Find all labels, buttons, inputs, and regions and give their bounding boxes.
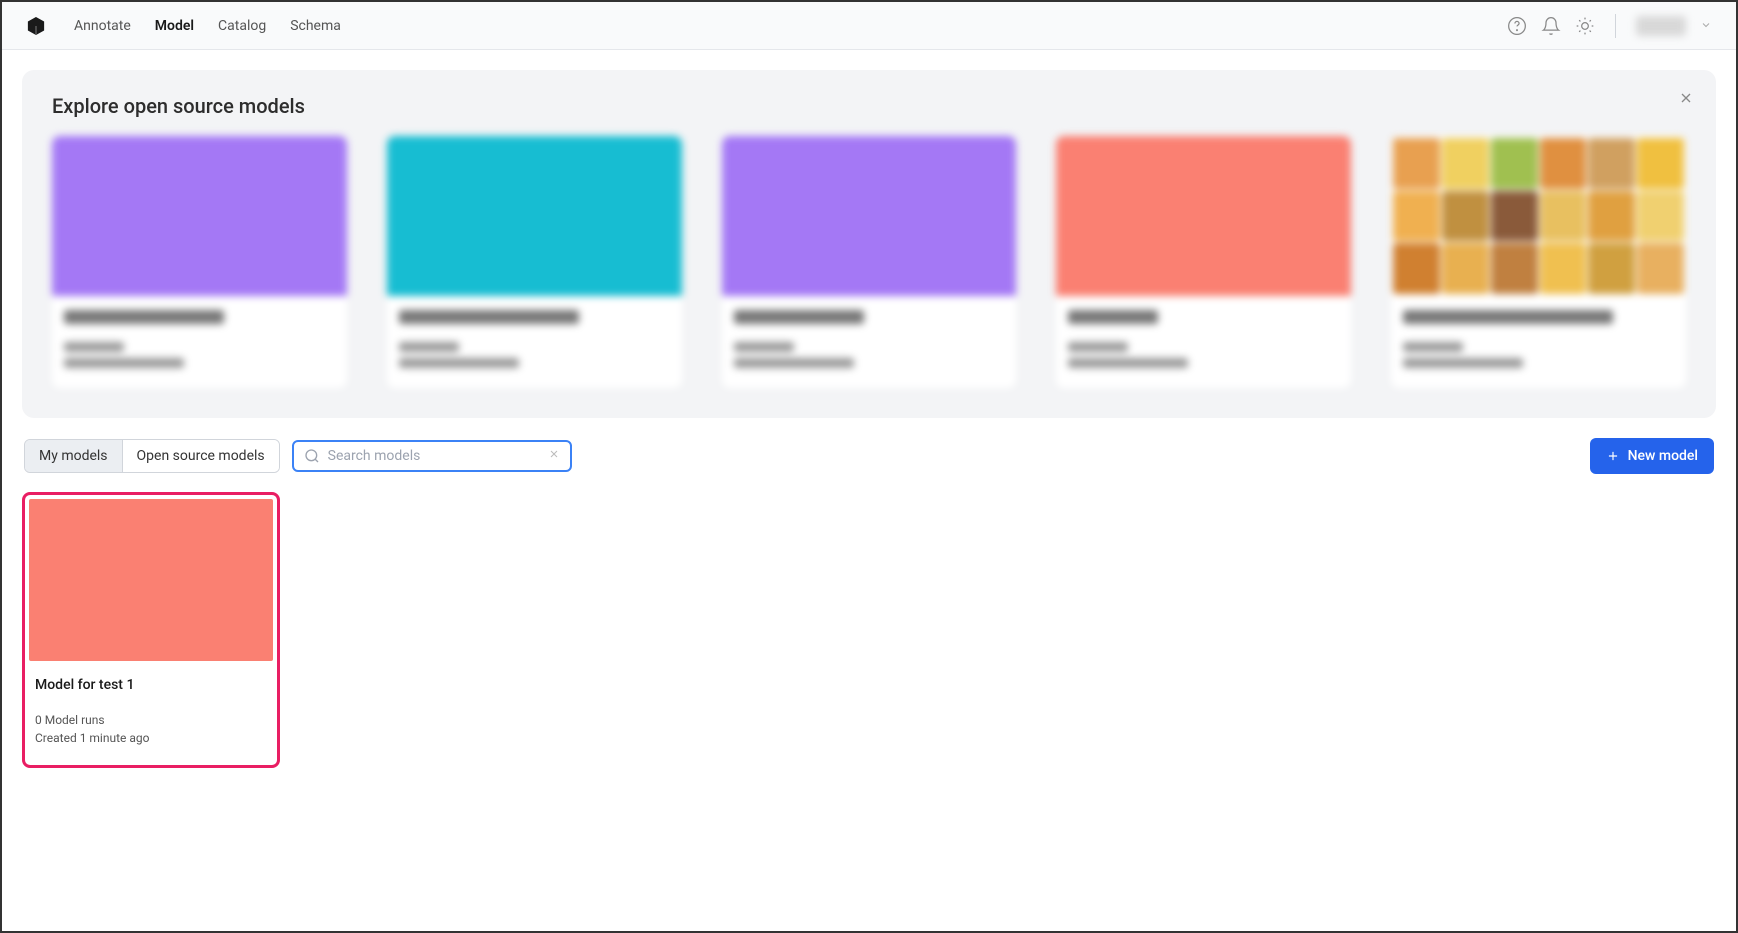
model-card[interactable]: Model for test 1 0 Model runs Created 1 … <box>22 492 280 768</box>
theme-icon[interactable] <box>1575 16 1595 36</box>
nav-links: Annotate Model Catalog Schema <box>74 14 341 38</box>
nav-schema[interactable]: Schema <box>290 14 341 38</box>
explore-card[interactable] <box>52 136 347 388</box>
model-card-runs: 0 Model runs <box>35 711 267 729</box>
toolbar-left: My models Open source models <box>24 439 572 473</box>
explore-close-button[interactable] <box>1676 88 1696 108</box>
nav-model[interactable]: Model <box>155 14 194 38</box>
explore-card[interactable] <box>1391 136 1686 388</box>
nav-catalog[interactable]: Catalog <box>218 14 266 38</box>
nav-annotate[interactable]: Annotate <box>74 14 131 38</box>
model-card-title: Model for test 1 <box>35 677 267 693</box>
explore-cards <box>52 136 1686 388</box>
search-box[interactable] <box>292 440 572 472</box>
tab-my-models[interactable]: My models <box>25 440 123 472</box>
explore-card[interactable] <box>722 136 1017 388</box>
new-model-label: New model <box>1628 448 1698 464</box>
nav-left: Annotate Model Catalog Schema <box>26 14 341 38</box>
user-name-blurred[interactable] <box>1636 16 1686 36</box>
search-input[interactable] <box>328 448 548 464</box>
cube-logo-icon <box>26 16 46 36</box>
search-icon <box>304 448 320 464</box>
models-grid: Model for test 1 0 Model runs Created 1 … <box>22 492 1716 768</box>
model-card-thumbnail <box>29 499 273 661</box>
toolbar: My models Open source models <box>22 438 1716 474</box>
close-icon <box>1678 90 1694 106</box>
logo[interactable] <box>26 16 46 36</box>
plus-icon <box>1606 449 1620 463</box>
bell-icon[interactable] <box>1541 16 1561 36</box>
nav-right <box>1507 14 1712 38</box>
main-content: Explore open source models <box>2 50 1736 788</box>
top-nav: Annotate Model Catalog Schema <box>2 2 1736 50</box>
tab-open-source[interactable]: Open source models <box>123 440 279 472</box>
nav-divider <box>1615 14 1616 38</box>
user-menu-chevron[interactable] <box>1700 16 1712 35</box>
tab-group: My models Open source models <box>24 439 280 473</box>
model-card-created: Created 1 minute ago <box>35 729 267 747</box>
explore-banner: Explore open source models <box>22 70 1716 418</box>
explore-title: Explore open source models <box>52 94 1686 118</box>
explore-card[interactable] <box>387 136 682 388</box>
explore-card[interactable] <box>1056 136 1351 388</box>
new-model-button[interactable]: New model <box>1590 438 1714 474</box>
help-icon[interactable] <box>1507 16 1527 36</box>
search-clear-icon[interactable] <box>548 448 560 464</box>
